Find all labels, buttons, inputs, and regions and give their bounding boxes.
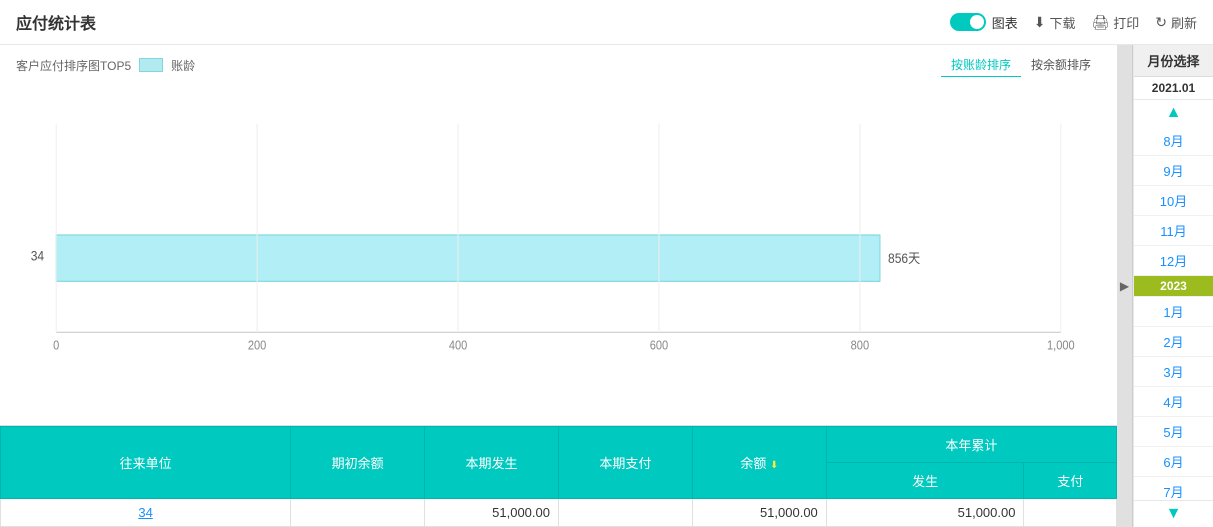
col-opening-balance: 期初余额 — [291, 427, 425, 499]
cell-current-payment — [558, 499, 692, 527]
sidebar-month-item[interactable]: 3月 — [1134, 357, 1213, 387]
sidebar-month-item[interactable]: 2月 — [1134, 327, 1213, 357]
data-table: 往来单位 期初余额 本期发生 本期支付 余额 ⬇ 本年累计 发生 — [0, 426, 1117, 527]
cell-opening-balance — [291, 499, 425, 527]
print-button[interactable]: 🖨 打印 — [1091, 13, 1139, 32]
print-label: 打印 — [1113, 13, 1139, 32]
header-actions: 图表 ⬇ 下载 🖨 打印 ↻ 刷新 — [950, 13, 1197, 32]
chart-container: 34 856天 0 200 400 600 800 1,000 — [0, 85, 1117, 425]
refresh-label: 刷新 — [1171, 13, 1197, 32]
sidebar-header: 月份选择 — [1134, 45, 1213, 77]
col-ytd-occurrence: 发生 — [826, 463, 1024, 499]
chart-legend: 客户应付排序图TOP5 账龄 — [16, 57, 195, 74]
sort-by-balance-button[interactable]: 按余额排序 — [1021, 53, 1101, 77]
svg-text:600: 600 — [650, 338, 669, 353]
chart-toggle-switch[interactable] — [950, 13, 986, 31]
col-vendor: 往来单位 — [1, 427, 291, 499]
sidebar-down-button[interactable]: ▼ — [1134, 500, 1213, 527]
chart-toggle-group[interactable]: 图表 — [950, 13, 1018, 32]
sidebar-year-select[interactable]: 2021.01 — [1134, 77, 1213, 100]
sidebar-month-item[interactable]: 11月 — [1134, 216, 1213, 246]
legend-title: 客户应付排序图TOP5 — [16, 57, 131, 74]
sidebar-month-list: 8月9月10月11月12月20231月2月3月4月5月6月7月 — [1134, 126, 1213, 500]
vendor-link[interactable]: 34 — [138, 505, 152, 520]
refresh-button[interactable]: ↻ 刷新 — [1155, 13, 1197, 32]
col-current-occurrence: 本期发生 — [425, 427, 559, 499]
month-sidebar: 月份选择 2021.01 ▲ 8月9月10月11月12月20231月2月3月4月… — [1133, 45, 1213, 527]
sidebar-month-item[interactable]: 6月 — [1134, 447, 1213, 477]
data-table-area: 往来单位 期初余额 本期发生 本期支付 余额 ⬇ 本年累计 发生 — [0, 425, 1117, 527]
col-current-payment: 本期支付 — [558, 427, 692, 499]
sort-by-amount-button[interactable]: 按账龄排序 — [941, 53, 1021, 77]
legend-box-label: 账龄 — [171, 57, 195, 74]
sidebar-month-item[interactable]: 7月 — [1134, 477, 1213, 500]
sidebar-month-item[interactable]: 8月 — [1134, 126, 1213, 156]
sidebar-month-item[interactable]: 10月 — [1134, 186, 1213, 216]
chart-sort-buttons: 按账龄排序 按余额排序 — [941, 53, 1101, 77]
chart-toggle-label: 图表 — [992, 13, 1018, 32]
svg-text:1,000: 1,000 — [1047, 338, 1075, 353]
svg-text:200: 200 — [248, 338, 267, 353]
table-row: 34 51,000.00 51,000.00 51,000.00 — [1, 499, 1117, 527]
cell-vendor[interactable]: 34 — [1, 499, 291, 527]
download-icon: ⬇ — [1034, 14, 1046, 31]
sidebar-up-button[interactable]: ▲ — [1134, 100, 1213, 126]
svg-text:400: 400 — [449, 338, 468, 353]
svg-text:0: 0 — [53, 338, 59, 353]
cell-balance: 51,000.00 — [692, 499, 826, 527]
cell-ytd-occurrence: 51,000.00 — [826, 499, 1024, 527]
svg-text:34: 34 — [31, 248, 44, 264]
expand-sidebar-button[interactable]: ▶ — [1117, 45, 1133, 527]
svg-text:800: 800 — [851, 338, 870, 353]
sidebar-month-item[interactable]: 4月 — [1134, 387, 1213, 417]
sidebar-month-item[interactable]: 12月 — [1134, 246, 1213, 276]
cell-current-occurrence: 51,000.00 — [425, 499, 559, 527]
print-icon: 🖨 — [1091, 14, 1109, 31]
sidebar-year-label: 2023 — [1134, 276, 1213, 297]
refresh-icon: ↻ — [1155, 14, 1167, 31]
cell-ytd-payment — [1024, 499, 1117, 527]
download-label: 下载 — [1049, 13, 1075, 32]
page-title: 应付统计表 — [16, 10, 96, 34]
col-ytd: 本年累计 — [826, 427, 1116, 463]
sidebar-month-item[interactable]: 9月 — [1134, 156, 1213, 186]
svg-text:856天: 856天 — [888, 250, 920, 266]
sidebar-month-item[interactable]: 1月 — [1134, 297, 1213, 327]
legend-box — [139, 58, 163, 72]
col-balance: 余额 ⬇ — [692, 427, 826, 499]
col-ytd-payment: 支付 — [1024, 463, 1117, 499]
sidebar-month-item[interactable]: 5月 — [1134, 417, 1213, 447]
download-button[interactable]: ⬇ 下载 — [1034, 13, 1076, 32]
bar-chart: 34 856天 0 200 400 600 800 1,000 — [16, 89, 1101, 425]
chart-header: 客户应付排序图TOP5 账龄 按账龄排序 按余额排序 — [0, 45, 1117, 85]
